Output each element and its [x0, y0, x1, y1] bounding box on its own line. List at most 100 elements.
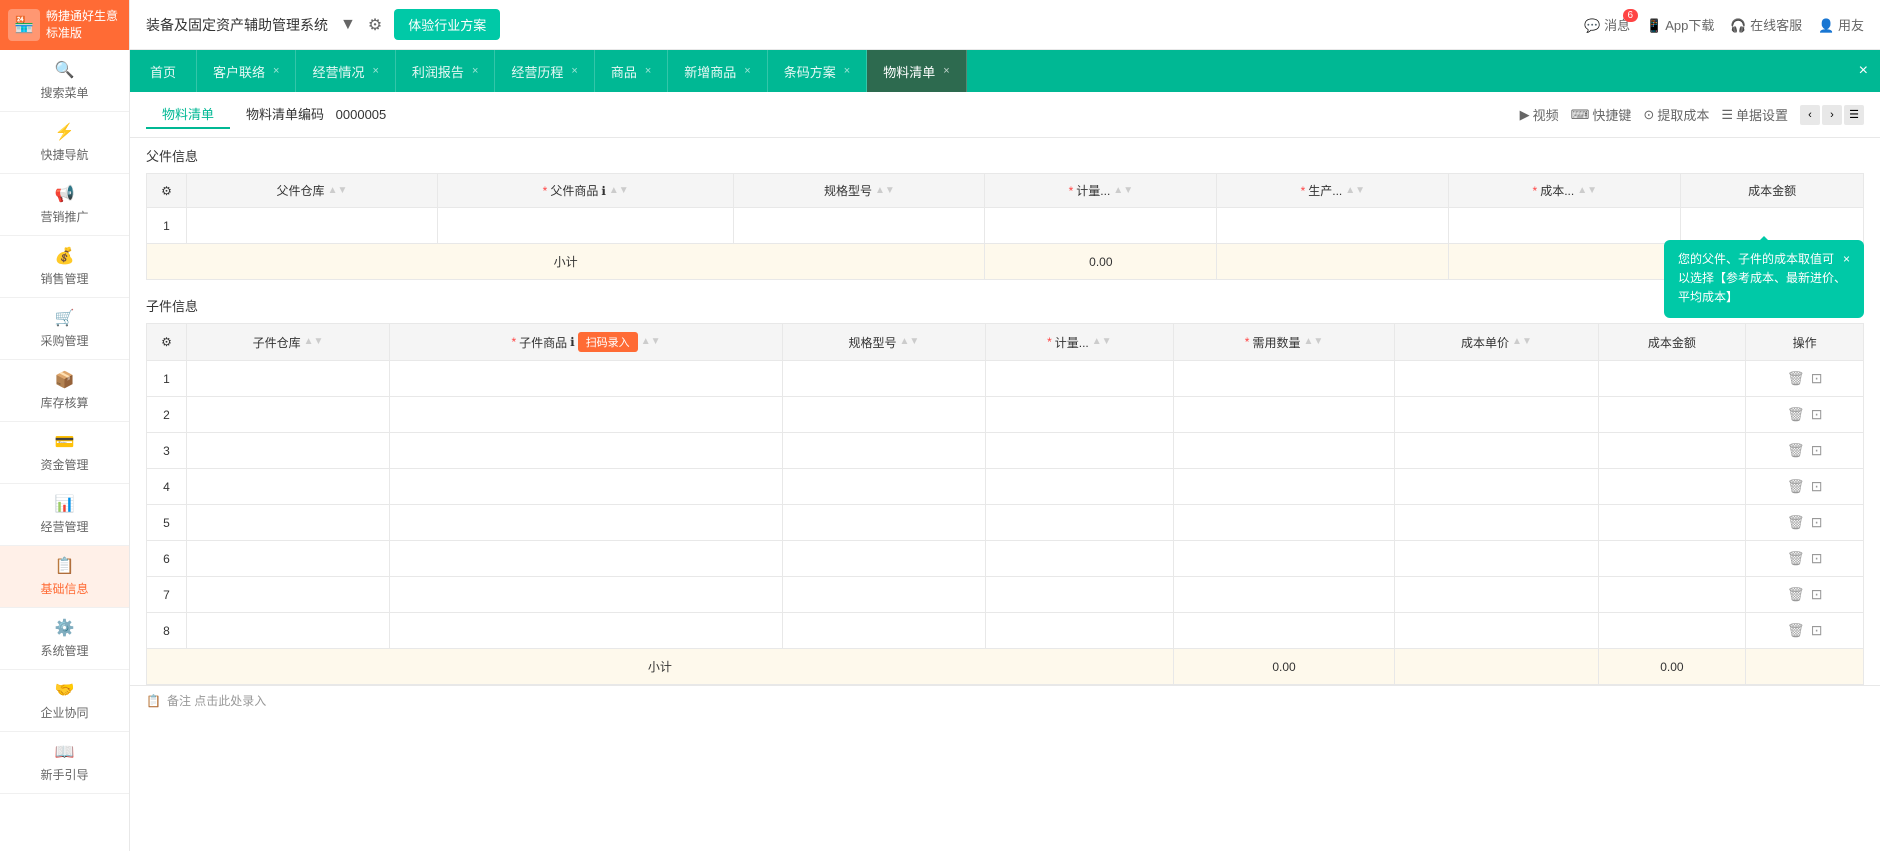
- sidebar-item-quicknav[interactable]: ⚡ 快捷导航: [0, 112, 129, 174]
- headset-icon: 🎧: [1730, 18, 1746, 33]
- sidebar-item-marketing[interactable]: 📢 营销推广: [0, 174, 129, 236]
- copy-icon-4[interactable]: ⊡: [1811, 478, 1823, 495]
- sidebar-item-finance[interactable]: 💳 资金管理: [0, 422, 129, 484]
- child-row1-unit[interactable]: [985, 361, 1173, 397]
- tab-close-operations[interactable]: ×: [372, 65, 378, 77]
- tab-close-newgoods[interactable]: ×: [744, 65, 750, 77]
- tab-bom[interactable]: 物料清单 ×: [867, 50, 966, 92]
- tab-close-goods[interactable]: ×: [645, 65, 651, 77]
- sidebar-item-search[interactable]: 🔍 搜索菜单: [0, 50, 129, 112]
- tab-history[interactable]: 经营历程 ×: [495, 50, 594, 92]
- delete-icon-6[interactable]: 🗑: [1787, 550, 1805, 567]
- tab-barcode[interactable]: 条码方案 ×: [768, 50, 867, 92]
- tab-customers[interactable]: 客户联络 ×: [197, 50, 296, 92]
- tab-close-barcode[interactable]: ×: [844, 65, 850, 77]
- tab-close-profit[interactable]: ×: [472, 65, 478, 77]
- sort-icon5: ▲▼: [1345, 186, 1365, 196]
- sidebar-item-purchase[interactable]: 🛒 采购管理: [0, 298, 129, 360]
- child-row1-amount: [1598, 361, 1746, 397]
- parent-row1-unit[interactable]: [985, 208, 1217, 244]
- parent-row1-goods[interactable]: [437, 208, 734, 244]
- tab-operations[interactable]: 经营情况 ×: [296, 50, 395, 92]
- child-sort5: ▲▼: [1303, 337, 1323, 347]
- child-row2-warehouse[interactable]: [187, 397, 390, 433]
- child-row1-goods[interactable]: [390, 361, 783, 397]
- gear-settings-icon[interactable]: ⚙: [368, 15, 382, 35]
- parent-row1-warehouse[interactable]: [187, 208, 438, 244]
- child-row2-goods[interactable]: [390, 397, 783, 433]
- copy-icon-2[interactable]: ⊡: [1811, 406, 1823, 423]
- sidebar-item-sales[interactable]: 💰 销售管理: [0, 236, 129, 298]
- delete-icon-8[interactable]: 🗑: [1787, 622, 1805, 639]
- tooltip-close-button[interactable]: ×: [1843, 250, 1850, 269]
- child-row1-spec[interactable]: [782, 361, 985, 397]
- sidebar-item-operation[interactable]: 📊 经营管理: [0, 484, 129, 546]
- delete-icon-2[interactable]: 🗑: [1787, 406, 1805, 423]
- prev-arrow[interactable]: ‹: [1800, 105, 1820, 125]
- copy-icon-6[interactable]: ⊡: [1811, 550, 1823, 567]
- sort-icon6: ▲▼: [1577, 186, 1597, 196]
- sidebar-item-basic[interactable]: 📋 基础信息: [0, 546, 129, 608]
- copy-icon-5[interactable]: ⊡: [1811, 514, 1823, 531]
- sub-tab-bom-code[interactable]: 物料清单编码 0000005: [230, 100, 402, 129]
- copy-icon-7[interactable]: ⊡: [1811, 586, 1823, 603]
- child-row2-unit[interactable]: [985, 397, 1173, 433]
- shortcut-btn[interactable]: ⌨ 快捷键: [1571, 105, 1632, 124]
- child-th-settings[interactable]: ⚙: [147, 324, 187, 361]
- tab-goods[interactable]: 商品 ×: [595, 50, 668, 92]
- cart-icon: 🛒: [55, 308, 75, 328]
- tab-profit[interactable]: 利润报告 ×: [396, 50, 495, 92]
- menu-arrow[interactable]: ☰: [1844, 105, 1864, 125]
- tab-close-bom[interactable]: ×: [943, 65, 949, 77]
- child-row-4: 4 🗑⊡: [147, 469, 1864, 505]
- parent-subtotal-label: 小计: [147, 244, 985, 280]
- bottom-note[interactable]: 📋 备注 点击此处录入: [130, 685, 1880, 715]
- view-btn[interactable]: ▶ 视频: [1520, 105, 1559, 124]
- delete-icon-4[interactable]: 🗑: [1787, 478, 1805, 495]
- trial-button[interactable]: 体验行业方案: [394, 9, 500, 40]
- tab-home[interactable]: 首页: [130, 50, 197, 92]
- close-all-button[interactable]: ×: [1847, 62, 1880, 80]
- child-row2-qty[interactable]: [1173, 397, 1395, 433]
- tab-newgoods[interactable]: 新增商品 ×: [668, 50, 767, 92]
- child-row2-spec[interactable]: [782, 397, 985, 433]
- message-item[interactable]: 💬 消息 6: [1584, 15, 1630, 34]
- extract-cost-btn[interactable]: ⊙ 提取成本: [1643, 105, 1709, 124]
- settings-icon[interactable]: ▼: [340, 16, 356, 34]
- delete-icon-5[interactable]: 🗑: [1787, 514, 1805, 531]
- child-row1-warehouse[interactable]: [187, 361, 390, 397]
- nav-arrows: ‹ › ☰: [1800, 105, 1864, 125]
- next-arrow[interactable]: ›: [1822, 105, 1842, 125]
- child-subtotal-qty: 0.00: [1173, 649, 1395, 685]
- delete-icon-1[interactable]: 🗑: [1787, 370, 1805, 387]
- sidebar: 🏪 畅捷通好生意 标准版 🔍 搜索菜单 ⚡ 快捷导航 📢 营销推广 💰 销售管理…: [0, 0, 130, 851]
- user-icon: 👤: [1818, 18, 1834, 33]
- child-row1-qty[interactable]: [1173, 361, 1395, 397]
- sidebar-item-guide[interactable]: 📖 新手引导: [0, 732, 129, 794]
- parent-row1-produce[interactable]: [1217, 208, 1449, 244]
- delete-icon-3[interactable]: 🗑: [1787, 442, 1805, 459]
- copy-icon-1[interactable]: ⊡: [1811, 370, 1823, 387]
- delete-icon-7[interactable]: 🗑: [1787, 586, 1805, 603]
- parent-row1-cost[interactable]: [1449, 208, 1681, 244]
- online-service[interactable]: 🎧 在线客服: [1730, 15, 1802, 34]
- sidebar-item-enterprise[interactable]: 🤝 企业协同: [0, 670, 129, 732]
- single-settings-btn[interactable]: ☰ 单据设置: [1721, 105, 1788, 124]
- tab-close-customers[interactable]: ×: [273, 65, 279, 77]
- child-row2-unitprice[interactable]: [1395, 397, 1598, 433]
- megaphone-icon: 📢: [55, 184, 75, 204]
- child-row1-unitprice[interactable]: [1395, 361, 1598, 397]
- sidebar-item-inventory[interactable]: 📦 库存核算: [0, 360, 129, 422]
- user-area[interactable]: 👤 用友: [1818, 15, 1864, 34]
- gear-icon: ⚙️: [55, 618, 75, 638]
- copy-icon-8[interactable]: ⊡: [1811, 622, 1823, 639]
- tab-close-history[interactable]: ×: [571, 65, 577, 77]
- sub-tab-bom[interactable]: 物料清单: [146, 100, 230, 129]
- child-th-goods: * 子件商品 ℹ 扫码录入 ▲▼: [390, 324, 783, 361]
- scan-button[interactable]: 扫码录入: [578, 332, 638, 352]
- parent-th-settings[interactable]: ⚙: [147, 174, 187, 208]
- app-download[interactable]: 📱 App下载: [1646, 15, 1714, 34]
- parent-row1-spec[interactable]: [734, 208, 985, 244]
- copy-icon-3[interactable]: ⊡: [1811, 442, 1823, 459]
- sidebar-item-system[interactable]: ⚙️ 系统管理: [0, 608, 129, 670]
